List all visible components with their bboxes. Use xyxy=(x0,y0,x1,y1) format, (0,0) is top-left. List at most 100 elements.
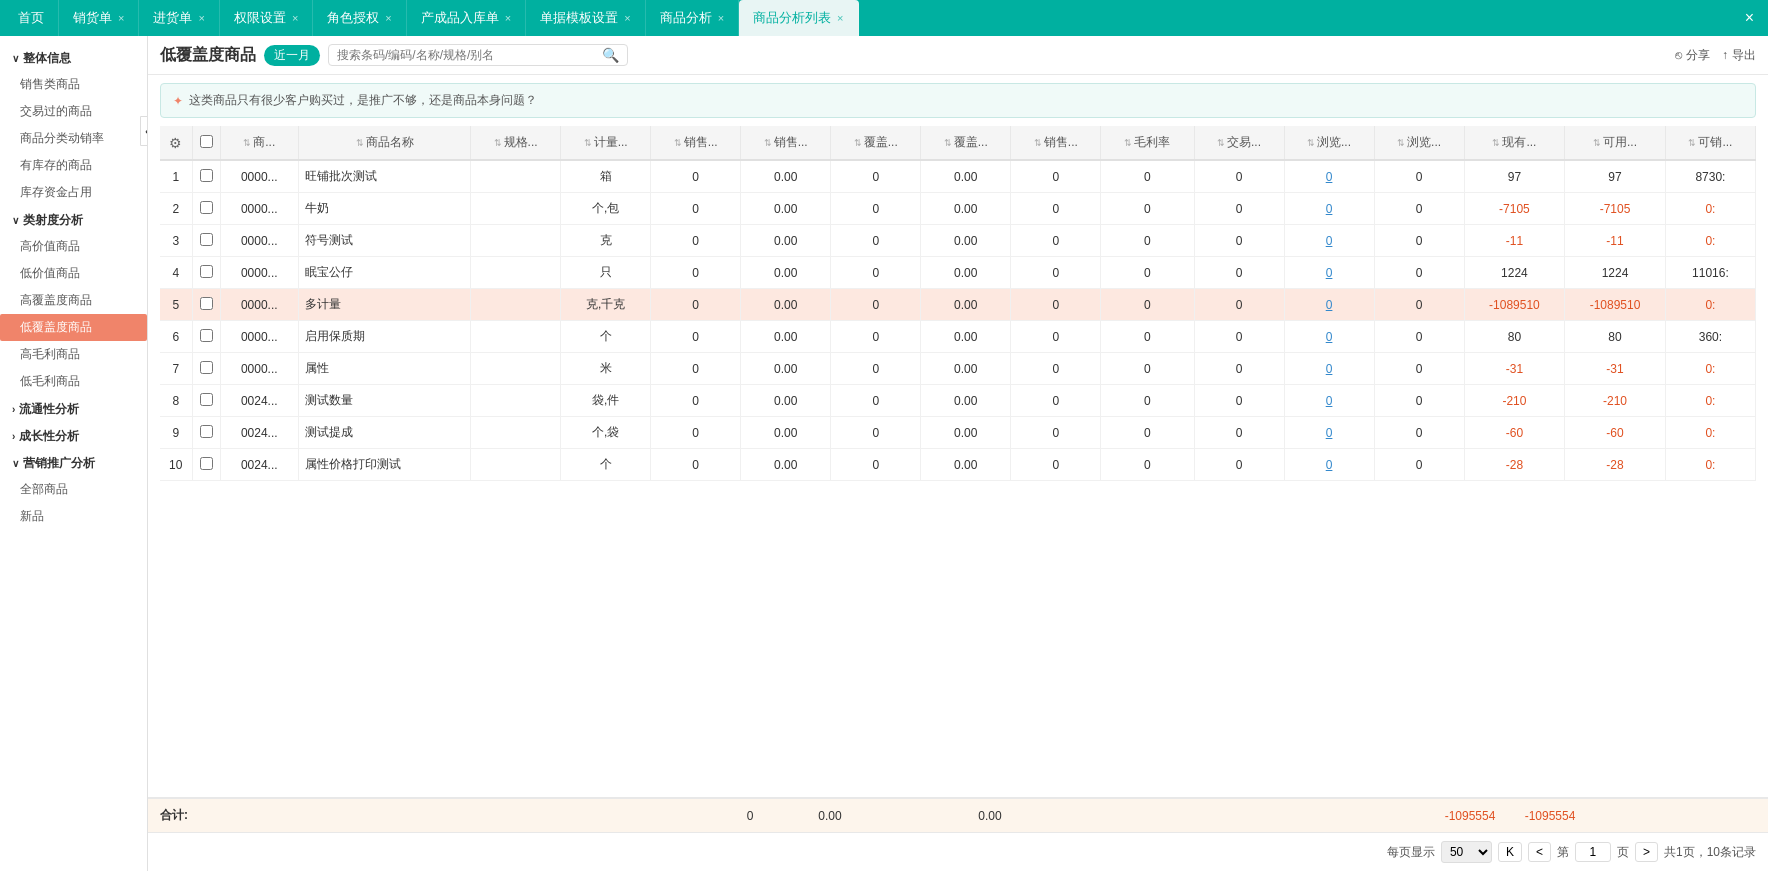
sidebar-item-stocked-products[interactable]: 有库存的商品 xyxy=(0,152,147,179)
row-checkbox[interactable] xyxy=(192,257,220,289)
nav-tab-finished-goods[interactable]: 产成品入库单 × xyxy=(407,0,526,36)
sidebar-item-category-turnover[interactable]: 商品分类动销率 xyxy=(0,125,147,152)
browse2-column-header[interactable]: ⇅浏览... xyxy=(1374,126,1464,160)
close-tab-roles[interactable]: × xyxy=(385,12,391,24)
row-select-checkbox[interactable] xyxy=(200,169,213,182)
checkbox-column-header[interactable] xyxy=(192,126,220,160)
row-browse1[interactable]: 0 xyxy=(1284,193,1374,225)
page-size-select[interactable]: 50 100 xyxy=(1441,841,1492,863)
stock-current-column-header[interactable]: ⇅现有... xyxy=(1464,126,1565,160)
filter-tag-month[interactable]: 近一月 xyxy=(264,45,320,66)
row-select-checkbox[interactable] xyxy=(200,233,213,246)
browse1-column-header[interactable]: ⇅浏览... xyxy=(1284,126,1374,160)
row-checkbox[interactable] xyxy=(192,385,220,417)
trade-column-header[interactable]: ⇅交易... xyxy=(1194,126,1284,160)
close-tab-product-analysis-list[interactable]: × xyxy=(837,12,843,24)
row-select-checkbox[interactable] xyxy=(200,201,213,214)
row-browse1[interactable]: 0 xyxy=(1284,289,1374,321)
row-stock-available: -210 xyxy=(1565,385,1666,417)
sidebar-section-liquidity[interactable]: › 流通性分析 xyxy=(0,395,147,422)
sidebar-item-low-coverage[interactable]: 低覆盖度商品 xyxy=(0,314,147,341)
row-browse1[interactable]: 0 xyxy=(1284,353,1374,385)
sidebar-item-high-margin[interactable]: 高毛利商品 xyxy=(0,341,147,368)
next-page-button[interactable]: > xyxy=(1635,842,1658,862)
sidebar-item-traded-products[interactable]: 交易过的商品 xyxy=(0,98,147,125)
row-checkbox[interactable] xyxy=(192,160,220,193)
close-tab-purchase[interactable]: × xyxy=(198,12,204,24)
nav-tab-product-analysis[interactable]: 商品分析 × xyxy=(646,0,739,36)
name-column-header[interactable]: ⇅商品名称 xyxy=(298,126,470,160)
row-browse1[interactable]: 0 xyxy=(1284,417,1374,449)
page-number-input[interactable] xyxy=(1575,842,1611,862)
row-checkbox[interactable] xyxy=(192,353,220,385)
stock-saleable-column-header[interactable]: ⇅可销... xyxy=(1665,126,1755,160)
row-select-checkbox[interactable] xyxy=(200,425,213,438)
row-checkbox[interactable] xyxy=(192,417,220,449)
close-tab-product-analysis[interactable]: × xyxy=(718,12,724,24)
row-browse1[interactable]: 0 xyxy=(1284,449,1374,481)
sidebar-section-growth[interactable]: › 成长性分析 xyxy=(0,422,147,449)
sales-amount-column-header[interactable]: ⇅销售... xyxy=(741,126,831,160)
nav-tab-home[interactable]: 首页 xyxy=(4,0,59,36)
nav-tab-purchase[interactable]: 进货单 × xyxy=(139,0,219,36)
sidebar-item-all-products[interactable]: 全部商品 xyxy=(0,476,147,503)
nav-tab-template[interactable]: 单据模板设置 × xyxy=(526,0,645,36)
row-checkbox[interactable] xyxy=(192,449,220,481)
row-select-checkbox[interactable] xyxy=(200,361,213,374)
coverage1-column-header[interactable]: ⇅覆盖... xyxy=(831,126,921,160)
first-page-button[interactable]: K xyxy=(1498,842,1522,862)
row-spec xyxy=(471,257,561,289)
sales3-column-header[interactable]: ⇅销售... xyxy=(1011,126,1101,160)
sales-count-column-header[interactable]: ⇅销售... xyxy=(651,126,741,160)
row-browse1[interactable]: 0 xyxy=(1284,321,1374,353)
row-checkbox[interactable] xyxy=(192,193,220,225)
row-select-checkbox[interactable] xyxy=(200,297,213,310)
search-input[interactable] xyxy=(337,48,602,62)
sidebar-section-marketing[interactable]: ∨ 营销推广分析 xyxy=(0,449,147,476)
close-tab-permissions[interactable]: × xyxy=(292,12,298,24)
sidebar-section-overall[interactable]: ∨ 整体信息 xyxy=(0,44,147,71)
nav-tab-sales[interactable]: 销货单 × xyxy=(59,0,139,36)
row-no: 5 xyxy=(160,289,192,321)
select-all-checkbox[interactable] xyxy=(200,135,213,148)
share-button[interactable]: ⎋ 分享 xyxy=(1675,47,1710,64)
row-select-checkbox[interactable] xyxy=(200,457,213,470)
table-row: 6 0000... 启用保质期 个 0 0.00 0 0.00 0 0 0 0 … xyxy=(160,321,1756,353)
close-all-tabs[interactable]: × xyxy=(1735,9,1764,27)
search-icon[interactable]: 🔍 xyxy=(602,47,619,63)
row-checkbox[interactable] xyxy=(192,321,220,353)
close-tab-sales[interactable]: × xyxy=(118,12,124,24)
nav-tab-product-analysis-list[interactable]: 商品分析列表 × xyxy=(739,0,858,36)
coverage2-column-header[interactable]: ⇅覆盖... xyxy=(921,126,1011,160)
row-checkbox[interactable] xyxy=(192,289,220,321)
gear-column-header[interactable]: ⚙ xyxy=(160,126,192,160)
row-select-checkbox[interactable] xyxy=(200,329,213,342)
sidebar-item-high-value[interactable]: 高价值商品 xyxy=(0,233,147,260)
row-browse1[interactable]: 0 xyxy=(1284,160,1374,193)
close-tab-finished-goods[interactable]: × xyxy=(505,12,511,24)
row-select-checkbox[interactable] xyxy=(200,265,213,278)
prev-page-button[interactable]: < xyxy=(1528,842,1551,862)
spec-column-header[interactable]: ⇅规格... xyxy=(471,126,561,160)
code-column-header[interactable]: ⇅商... xyxy=(220,126,298,160)
row-browse1[interactable]: 0 xyxy=(1284,385,1374,417)
sidebar-section-coverage[interactable]: ∨ 类射度分析 xyxy=(0,206,147,233)
sidebar-item-low-margin[interactable]: 低毛利商品 xyxy=(0,368,147,395)
stock-available-column-header[interactable]: ⇅可用... xyxy=(1565,126,1666,160)
row-checkbox[interactable] xyxy=(192,225,220,257)
unit-column-header[interactable]: ⇅计量... xyxy=(561,126,651,160)
sidebar-item-high-coverage[interactable]: 高覆盖度商品 xyxy=(0,287,147,314)
sidebar-collapse-button[interactable]: « xyxy=(140,116,148,146)
nav-tab-roles[interactable]: 角色授权 × xyxy=(313,0,406,36)
sidebar-item-new-products[interactable]: 新品 xyxy=(0,503,147,530)
sidebar-item-low-value[interactable]: 低价值商品 xyxy=(0,260,147,287)
close-tab-template[interactable]: × xyxy=(624,12,630,24)
row-browse1[interactable]: 0 xyxy=(1284,257,1374,289)
row-browse1[interactable]: 0 xyxy=(1284,225,1374,257)
nav-tab-permissions[interactable]: 权限设置 × xyxy=(220,0,313,36)
export-button[interactable]: ↑ 导出 xyxy=(1722,47,1756,64)
sidebar-item-sales-products[interactable]: 销售类商品 xyxy=(0,71,147,98)
sidebar-item-inventory-capital[interactable]: 库存资金占用 xyxy=(0,179,147,206)
row-select-checkbox[interactable] xyxy=(200,393,213,406)
gross-margin-column-header[interactable]: ⇅毛利率 xyxy=(1101,126,1194,160)
